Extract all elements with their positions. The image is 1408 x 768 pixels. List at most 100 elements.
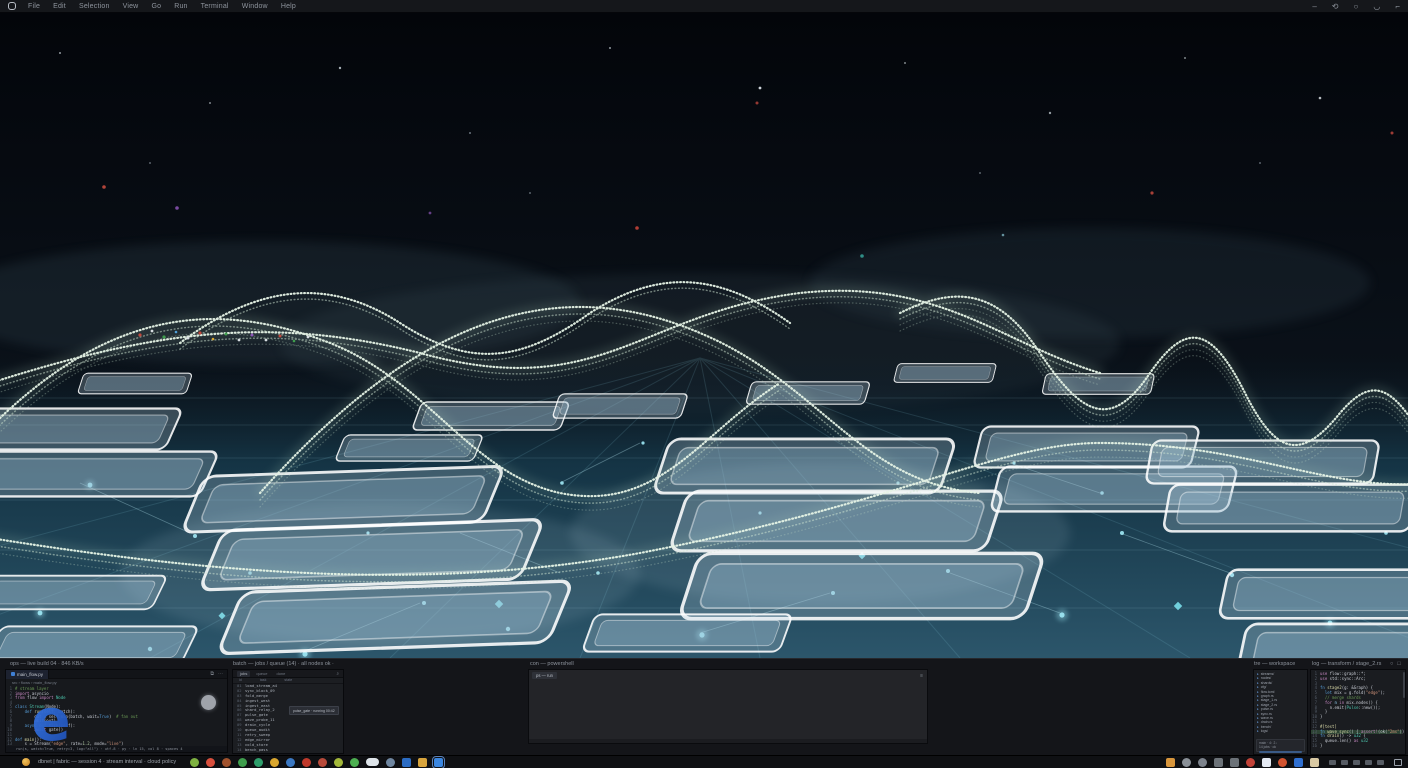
- row-label: bench_pass: [245, 746, 268, 752]
- tray-icon[interactable]: [1377, 759, 1384, 765]
- terminal-tab[interactable]: ps — run: [532, 672, 557, 679]
- code-text: }: [1320, 714, 1323, 720]
- explorer-panel[interactable]: ▸ streams/ ▸ nodes/ ▸ shards/ ▸ cfg/ ▸ f…: [1253, 669, 1308, 755]
- show-desktop-icon[interactable]: [1394, 758, 1402, 766]
- taskbar-app-icon[interactable]: [366, 758, 380, 766]
- edge-logo[interactable]: e: [20, 693, 82, 751]
- tray-icon[interactable]: [1329, 759, 1336, 765]
- taskbar-app-icon[interactable]: [350, 757, 360, 767]
- windows-strip: ops — live build 04 · 846 KB/s main_flow…: [0, 658, 1408, 755]
- taskbar-app-icon[interactable]: [254, 757, 264, 767]
- desktop-wallpaper: [0, 13, 1408, 658]
- taskbar-app-icon[interactable]: [286, 757, 296, 767]
- taskbar-app-icon[interactable]: [1246, 757, 1255, 767]
- taskbar-right-apps: [1166, 757, 1319, 767]
- menu-item[interactable]: Edit: [53, 3, 66, 10]
- filelist-header: jobs queue done ⌕: [233, 670, 343, 678]
- taskbar: dbnet | fabric — session 4 · stream inte…: [0, 755, 1408, 768]
- editor-action-icon[interactable]: ⋯: [218, 671, 223, 677]
- taskbar-app-icon[interactable]: [238, 757, 248, 767]
- terminal-window[interactable]: ps — run ≡: [528, 669, 928, 744]
- code-text: use std::sync::Arc;: [1320, 675, 1366, 681]
- taskbar-app-icon[interactable]: [1182, 757, 1191, 767]
- code-text: }: [1320, 742, 1323, 748]
- taskbar-app-icon[interactable]: [432, 755, 446, 768]
- code-text: n.emit(Pulse::new());: [1320, 704, 1381, 710]
- menu-item[interactable]: File: [28, 3, 40, 10]
- start-button-icon[interactable]: [22, 758, 30, 766]
- taskbar-app-icon[interactable]: [1278, 757, 1287, 767]
- filelist-tab[interactable]: queue: [253, 671, 270, 677]
- menu-item[interactable]: Go: [151, 3, 161, 10]
- jobs-status: 14 jobs · ok: [1259, 745, 1277, 750]
- editor-active-tab[interactable]: main_flow.py: [6, 670, 50, 679]
- taskbar-app-icon[interactable]: [1198, 757, 1207, 767]
- window-control-icon[interactable]: –: [1312, 0, 1316, 13]
- menu-item[interactable]: Window: [242, 3, 268, 10]
- taskbar-apps: [190, 755, 446, 768]
- taskbar-app-icon[interactable]: [318, 757, 328, 767]
- column-header[interactable]: state: [284, 678, 292, 683]
- cursor-blob: [201, 695, 216, 710]
- taskbar-app-icon[interactable]: [402, 757, 412, 767]
- taskbar-app-icon[interactable]: [1230, 757, 1239, 767]
- filelist-tab[interactable]: jobs: [237, 670, 251, 677]
- row-number: 14: [237, 746, 242, 752]
- menu-item[interactable]: Help: [281, 3, 296, 10]
- taskbar-app-icon[interactable]: [1214, 757, 1223, 767]
- app-logo-icon[interactable]: [8, 2, 16, 10]
- window-control-icon[interactable]: ⌐: [1395, 0, 1400, 13]
- breadcrumb[interactable]: src › flows › main_flow.py: [6, 679, 227, 685]
- terminal-window-title: con — powershell: [530, 661, 574, 667]
- codeview-lines[interactable]: 1 use flow::graph::*; 2 use std::sync::A…: [1311, 671, 1404, 749]
- tray-icon[interactable]: [1353, 759, 1360, 765]
- filelist-tabs: jobs queue done: [237, 670, 288, 677]
- taskbar-app-icon[interactable]: [1166, 757, 1175, 767]
- filelist-window[interactable]: jobs queue done ⌕ id task state 01 load_stre…: [232, 669, 344, 754]
- filelist-window-title: batch — jobs / queue (14) · all nodes ok…: [233, 661, 334, 667]
- codeview-title-icons: ○ □: [1390, 661, 1406, 668]
- taskbar-app-icon[interactable]: [222, 757, 232, 767]
- taskbar-app-icon[interactable]: [418, 757, 428, 767]
- explorer-rows[interactable]: ▸ streams/ ▸ nodes/ ▸ shards/ ▸ cfg/ ▸ f…: [1254, 670, 1307, 733]
- menu-item[interactable]: Selection: [79, 3, 110, 10]
- taskbar-app-icon[interactable]: [302, 757, 312, 767]
- taskbar-app-icon[interactable]: [1310, 757, 1319, 767]
- list-item[interactable]: 14 bench_pass: [233, 746, 343, 753]
- taskbar-app-icon[interactable]: [386, 757, 396, 767]
- terminal-menu-icon[interactable]: ≡: [920, 673, 923, 679]
- scrollbar[interactable]: [1403, 672, 1405, 698]
- file-icon: ▸: [1257, 729, 1259, 734]
- tray-icon[interactable]: [1365, 759, 1372, 765]
- editor-tab-label: main_flow.py: [17, 671, 44, 677]
- menu-item[interactable]: Terminal: [201, 3, 229, 10]
- codeview-title-icon[interactable]: □: [1397, 661, 1400, 668]
- terminal-footer: [529, 739, 927, 743]
- explorer-footer: main · 4↑ 2↓ 14 jobs · ok: [1256, 739, 1305, 753]
- filelist-tab[interactable]: done: [273, 671, 288, 677]
- editor-action-icon[interactable]: ⧉: [210, 671, 214, 677]
- taskbar-app-icon[interactable]: [1294, 757, 1303, 767]
- menu-item[interactable]: View: [123, 3, 139, 10]
- system-tray: [1329, 759, 1384, 765]
- window-control-icon[interactable]: ○: [1354, 0, 1359, 13]
- codeview-title-icon[interactable]: ○: [1390, 661, 1393, 668]
- taskbar-app-icon[interactable]: [190, 757, 200, 767]
- tree-item[interactable]: ▸ logs/: [1254, 729, 1307, 733]
- filelist-rows[interactable]: 01 load_stream_a4 02 sync_block_09 03 fo…: [233, 683, 343, 753]
- tray-icon[interactable]: [1341, 759, 1348, 765]
- taskbar-app-icon[interactable]: [334, 757, 344, 767]
- taskbar-app-icon[interactable]: [1262, 757, 1271, 767]
- taskbar-app-icon[interactable]: [270, 757, 280, 767]
- codeview-window[interactable]: 1 use flow::graph::*; 2 use std::sync::A…: [1310, 669, 1406, 755]
- window-control-icon[interactable]: ◡: [1373, 0, 1380, 13]
- menu-items: File Edit Selection View Go Run Terminal Window…: [28, 3, 309, 10]
- codeview-window-title: log — transform / stage_2.rs: [1312, 661, 1382, 667]
- search-icon[interactable]: ⌕: [336, 671, 339, 676]
- window-control-icon[interactable]: ⟲: [1332, 0, 1339, 13]
- taskbar-app-icon[interactable]: [206, 757, 216, 767]
- menu-item[interactable]: Run: [174, 3, 187, 10]
- terminal-output[interactable]: [535, 683, 917, 697]
